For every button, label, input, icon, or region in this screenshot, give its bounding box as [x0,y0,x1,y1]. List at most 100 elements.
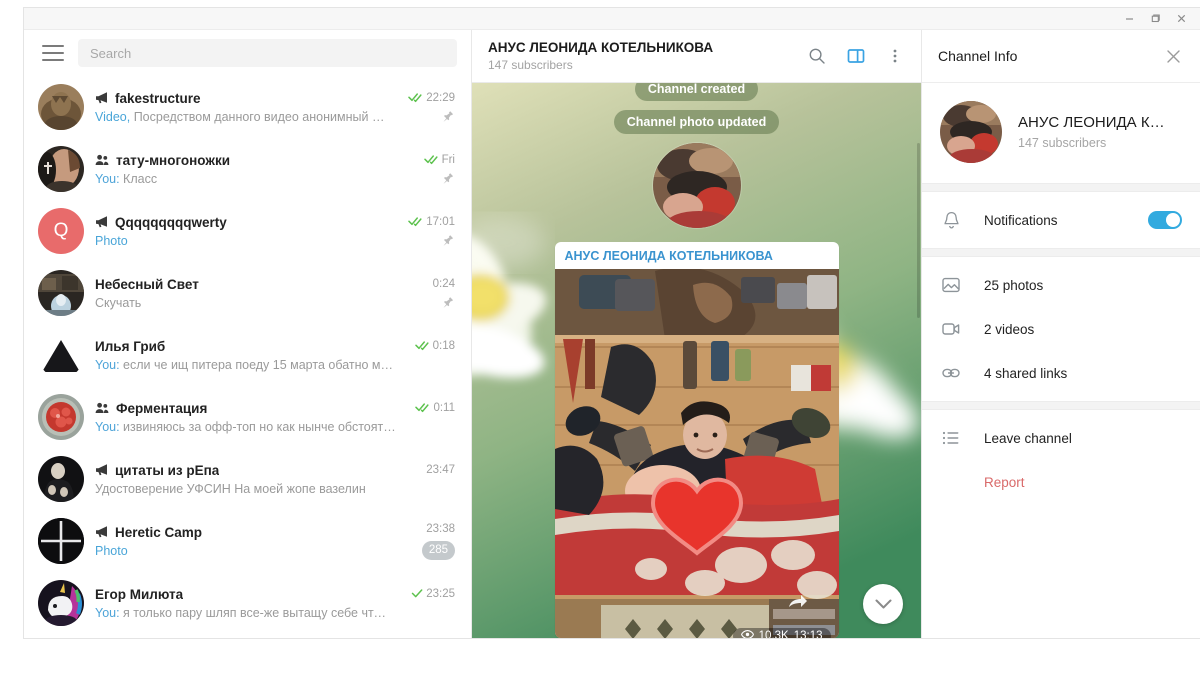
chat-time-wrap: 17:01 [408,215,455,228]
chat-list-item[interactable]: fakestructure Video, Посредством данного… [24,76,471,138]
channel-name: АНУС ЛЕОНИДА К… [1018,114,1165,131]
chat-item-bottom: Video, Посредством данного видео анонимн… [95,110,389,124]
chat-panel: АНУС ЛЕОНИДА КОТЕЛЬНИКОВА 147 subscriber… [472,30,922,638]
view-count: 10.3K [758,630,789,638]
message-photo[interactable]: 10.3K 13:13 [554,269,839,638]
preview-prefix: You: [95,171,120,186]
preview-prefix: Video, [95,109,131,124]
notifications-row[interactable]: Notifications [922,198,1200,242]
chat-time: Fri [441,153,455,166]
divider [922,401,1200,410]
search-input[interactable] [90,45,445,61]
hamburger-menu-icon[interactable] [42,45,64,61]
avatar[interactable] [38,580,84,626]
chevron-down-icon[interactable] [863,584,903,624]
window-close-button[interactable] [1168,9,1194,29]
media-stat-row[interactable]: 2 videos [922,307,1200,351]
avatar-letter: Q [53,220,69,241]
media-stat-row[interactable]: 25 photos [922,263,1200,307]
message-area[interactable]: Channel created Channel photo updated АН… [472,83,921,638]
window-minimize-button[interactable] [1116,9,1142,29]
chat-item-right: Fri [416,153,455,185]
chat-name: Heretic Camp [95,525,202,540]
search-box[interactable] [78,39,457,67]
chat-list-item[interactable]: Пан Вега Sticker 22:39 [24,634,471,638]
chat-item-bottom: You: извиняюсь за офф-топ но как нынче о… [95,420,396,434]
chat-name: Илья Гриб [95,338,166,354]
chat-time-wrap: 0:18 [414,339,455,352]
divider [922,183,1200,192]
message-meta: 10.3K 13:13 [732,628,831,638]
chat-list[interactable]: fakestructure Video, Посредством данного… [24,76,471,638]
chat-list-item[interactable]: Ферментация You: извиняюсь за офф-топ но… [24,386,471,448]
share-arrow-icon[interactable] [788,593,808,616]
chat-list-item[interactable]: Егор Милюта You: я только пару шляп все-… [24,572,471,634]
avatar[interactable] [38,146,84,192]
chat-item-top: Heretic Camp [95,525,403,540]
chat-item-content: Небесный Свет Скучать [95,277,414,310]
chat-name: цитаты из рЕпа [95,463,219,478]
chat-list-item[interactable]: Илья Гриб You: если че ищ питера поеду 1… [24,324,471,386]
chat-name: Небесный Свет [95,276,199,292]
preview-prefix: Photo [95,233,128,248]
chat-preview: Photo [95,544,403,558]
notifications-block: Notifications [922,192,1200,248]
chat-item-content: цитаты из рЕпа Удостоверение УФСИН На мо… [95,463,407,496]
avatar[interactable] [940,101,1002,163]
double-tick-icon [414,339,430,352]
action-label: Leave channel [984,430,1072,446]
notifications-toggle[interactable] [1148,211,1182,229]
close-icon[interactable] [1162,45,1184,67]
chat-time: 0:18 [432,339,455,352]
chat-time: 17:01 [426,215,455,228]
media-stats-block: 25 photos 2 videos 4 shared links [922,257,1200,401]
notifications-label: Notifications [984,212,1058,228]
chat-time: 0:11 [433,401,455,414]
chat-item-top: цитаты из рЕпа [95,463,407,478]
bell-icon [940,211,962,230]
chat-list-item[interactable]: цитаты из рЕпа Удостоверение УФСИН На мо… [24,448,471,510]
sidebar-toolbar [24,30,471,76]
chat-item-bottom: Photo [95,234,389,248]
chat-item-right: 22:29 [400,91,455,123]
channel-subscribers: 147 subscribers [1018,136,1107,150]
chat-item-right: 23:25 [403,587,455,619]
search-icon[interactable] [805,44,829,68]
window-maximize-button[interactable] [1142,9,1168,29]
chat-item-content: Егор Милюта You: я только пару шляп все-… [95,587,392,620]
chat-preview: You: извиняюсь за офф-топ но как нынче о… [95,419,396,434]
channel-info-panel: Channel Info АНУС ЛЕОНИДА К… 147 subscri… [922,30,1200,638]
chat-list-item[interactable]: тату-многоножки You: Класс Fri [24,138,471,200]
channel-actions-block: Leave channel Report [922,410,1200,510]
media-stat-row[interactable]: 4 shared links [922,351,1200,395]
avatar[interactable] [38,270,84,316]
avatar[interactable] [38,84,84,130]
avatar[interactable]: Q [38,208,84,254]
pin-icon [442,110,455,123]
chat-subtitle: 147 subscribers [488,58,573,72]
chat-scrollbar[interactable] [917,143,920,318]
chat-time: 0:24 [432,277,455,290]
photo-message[interactable]: АНУС ЛЕОНИДА КОТЕЛЬНИКОВА 10.3K 13:13 [554,242,839,638]
chat-item-right: 0:24 [425,278,455,309]
channel-photo-thumb[interactable] [652,143,741,229]
avatar[interactable] [38,394,84,440]
channel-profile[interactable]: АНУС ЛЕОНИДА К… 147 subscribers [922,83,1200,183]
avatar[interactable] [38,332,84,378]
channel-icon [95,463,109,477]
more-menu-icon[interactable] [883,44,907,68]
leave-channel-row[interactable]: Leave channel [922,416,1200,460]
chat-list-item[interactable]: Heretic Camp Photo 23:38 285 [24,510,471,572]
unread-badge: 285 [421,540,455,560]
chat-header-titles: АНУС ЛЕОНИДА КОТЕЛЬНИКОВА 147 subscriber… [488,40,805,72]
chat-list-item[interactable]: Небесный Свет Скучать 0:24 [24,262,471,324]
action-label: Report [984,474,1025,490]
service-message-photo-updated: Channel photo updated [613,110,780,134]
chat-item-right: 0:18 [407,339,455,371]
info-panel-icon[interactable] [844,44,868,68]
report-action-row[interactable]: Report [922,460,1200,504]
avatar[interactable] [38,456,84,502]
chat-list-item[interactable]: Q Qqqqqqqqqwerty Photo 17:01 [24,200,471,262]
chat-item-bottom: Photo [95,544,403,558]
avatar[interactable] [38,518,84,564]
